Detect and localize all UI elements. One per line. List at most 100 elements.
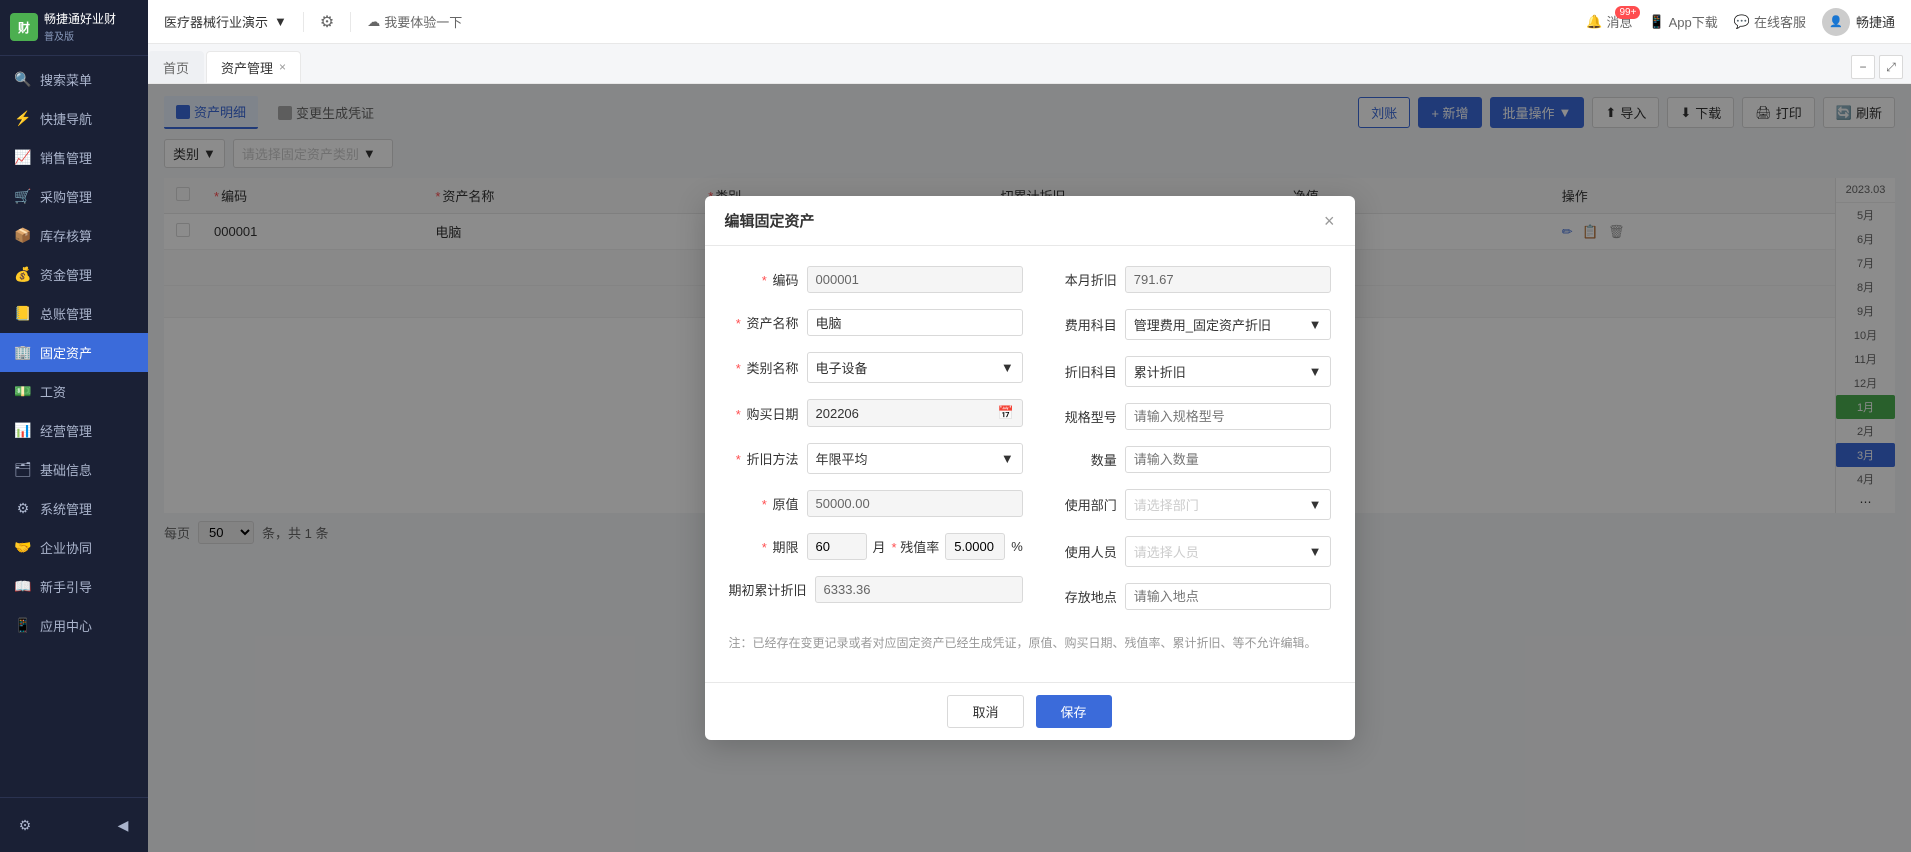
code-input[interactable] — [807, 266, 1023, 293]
notifications-button[interactable]: 🔔 消息 99+ — [1586, 12, 1632, 31]
download-icon: 📱 — [1648, 14, 1664, 30]
location-label: 存放地点 — [1047, 587, 1117, 606]
form-row-quantity: 数量 — [1047, 446, 1331, 473]
sidebar-item-app-center[interactable]: 📱 应用中心 — [0, 606, 148, 645]
form-row-expense-subject: 费用科目 管理费用_固定资产折旧 ▼ — [1047, 309, 1331, 340]
cancel-button[interactable]: 取消 — [947, 695, 1023, 728]
company-name: 医疗器械行业演示 — [164, 12, 268, 31]
sidebar-item-label: 固定资产 — [40, 343, 92, 362]
period-unit: 月 — [873, 537, 886, 556]
user-menu[interactable]: 👤 畅捷通 — [1822, 8, 1895, 36]
sidebar-item-label: 工资 — [40, 382, 66, 401]
asset-name-input[interactable] — [807, 309, 1023, 336]
user-chevron-icon: ▼ — [1309, 544, 1322, 559]
tab-home[interactable]: 首页 — [148, 51, 204, 83]
period-label: * 期限 — [729, 537, 799, 556]
system-icon: ⚙ — [14, 499, 32, 517]
expense-subject-chevron-icon: ▼ — [1309, 317, 1322, 332]
company-selector[interactable]: 医疗器械行业演示 ▼ — [164, 12, 287, 31]
modal-close-button[interactable]: × — [1324, 212, 1335, 230]
tab-asset-management[interactable]: 资产管理 × — [206, 51, 301, 83]
settings-gear-icon[interactable]: ⚙ — [320, 12, 334, 32]
feedback-label: 我要体验一下 — [384, 12, 462, 31]
spec-input[interactable] — [1125, 403, 1331, 430]
bell-icon: 🔔 — [1586, 14, 1602, 30]
residual-rate-input[interactable] — [945, 533, 1005, 560]
sidebar-item-label: 基础信息 — [40, 460, 92, 479]
location-input[interactable] — [1125, 583, 1331, 610]
form-row-period: * 期限 月 * 残值率 — [729, 533, 1023, 560]
tab-bar: 首页 资产管理 × − ⤢ — [148, 44, 1911, 84]
sidebar-item-quick-nav[interactable]: ⚡ 快捷导航 — [0, 99, 148, 138]
original-value-label: * 原值 — [729, 494, 799, 513]
sidebar-item-ledger[interactable]: 📒 总账管理 — [0, 294, 148, 333]
feedback-icon: ☁ — [367, 14, 380, 30]
username-label: 畅捷通 — [1856, 12, 1895, 31]
expense-subject-select[interactable]: 管理费用_固定资产折旧 ▼ — [1125, 309, 1331, 340]
sidebar-item-guide[interactable]: 📖 新手引导 — [0, 567, 148, 606]
content-area: 资产明细 变更生成凭证 刘账 + 新增 批量操作 ▼ — [148, 84, 1911, 852]
modal-footer: 取消 保存 — [705, 682, 1355, 740]
sidebar-item-search[interactable]: 🔍 搜索菜单 — [0, 60, 148, 99]
online-support-label: 在线客服 — [1754, 12, 1806, 31]
sidebar-item-inventory[interactable]: 📦 库存核算 — [0, 216, 148, 255]
asset-name-label: * 资产名称 — [729, 313, 799, 332]
period-dep-input[interactable] — [815, 576, 1023, 603]
tab-minimize-button[interactable]: − — [1851, 55, 1875, 79]
monthly-dep-input[interactable] — [1125, 266, 1331, 293]
sidebar-item-label: 采购管理 — [40, 187, 92, 206]
sidebar-item-basic-info[interactable]: 🗂 基础信息 — [0, 450, 148, 489]
form-row-spec: 规格型号 — [1047, 403, 1331, 430]
dep-subject-select[interactable]: 累计折旧 ▼ — [1125, 356, 1331, 387]
period-dep-label: 期初累计折旧 — [729, 580, 807, 599]
collapse-icon: ◀ — [114, 816, 132, 834]
expense-subject-label: 费用科目 — [1047, 315, 1117, 334]
online-support-button[interactable]: 💬 在线客服 — [1734, 12, 1806, 31]
user-select[interactable]: 请选择人员 ▼ — [1125, 536, 1331, 567]
dept-select[interactable]: 请选择部门 ▼ — [1125, 489, 1331, 520]
dept-chevron-icon: ▼ — [1309, 497, 1322, 512]
sidebar-item-enterprise[interactable]: 🤝 企业协同 — [0, 528, 148, 567]
tab-maximize-button[interactable]: ⤢ — [1879, 55, 1903, 79]
app-download-button[interactable]: 📱 App下载 — [1648, 12, 1717, 31]
form-row-monthly-dep: 本月折旧 — [1047, 266, 1331, 293]
original-value-input[interactable] — [807, 490, 1023, 517]
sidebar-item-finance[interactable]: 💰 资金管理 — [0, 255, 148, 294]
sidebar-item-system[interactable]: ⚙ 系统管理 — [0, 489, 148, 528]
chevron-down-icon: ▼ — [274, 14, 287, 29]
header-divider-1 — [303, 12, 304, 32]
sidebar-item-purchase[interactable]: 🛒 采购管理 — [0, 177, 148, 216]
collapse-sidebar-button[interactable]: ◀ — [110, 810, 136, 840]
save-button[interactable]: 保存 — [1036, 695, 1112, 728]
edit-asset-modal: 编辑固定资产 × * 编码 — [705, 196, 1355, 739]
form-row-user: 使用人员 请选择人员 ▼ — [1047, 536, 1331, 567]
sidebar-item-label: 企业协同 — [40, 538, 92, 557]
logo-icon: 财 — [10, 13, 38, 41]
sidebar-item-sales[interactable]: 📈 销售管理 — [0, 138, 148, 177]
period-input[interactable] — [807, 533, 867, 560]
sales-icon: 📈 — [14, 148, 32, 166]
purchase-date-input[interactable]: 202206 📅 — [807, 399, 1023, 427]
sidebar-item-payroll[interactable]: 💵 工资 — [0, 372, 148, 411]
dep-subject-label: 折旧科目 — [1047, 362, 1117, 381]
quantity-input[interactable] — [1125, 446, 1331, 473]
period-group: 月 * 残值率 % — [807, 533, 1023, 560]
code-label: * 编码 — [729, 270, 799, 289]
sidebar-header: 财 畅捷通好业财 普及版 — [0, 0, 148, 56]
category-select[interactable]: 电子设备 ▼ — [807, 352, 1023, 383]
quick-nav-icon: ⚡ — [14, 109, 32, 127]
settings-button[interactable]: ⚙ — [12, 810, 38, 840]
dep-method-select[interactable]: 年限平均 ▼ — [807, 443, 1023, 474]
tab-controls: − ⤢ — [1843, 51, 1911, 83]
category-select-value: 电子设备 — [816, 358, 868, 377]
sidebar-item-operations[interactable]: 📊 经营管理 — [0, 411, 148, 450]
feedback-button[interactable]: ☁ 我要体验一下 — [367, 12, 462, 31]
purchase-date-value: 202206 — [816, 406, 859, 421]
guide-icon: 📖 — [14, 577, 32, 595]
sidebar-item-label: 资金管理 — [40, 265, 92, 284]
tab-close-icon[interactable]: × — [279, 60, 286, 74]
dep-subject-value: 累计折旧 — [1134, 362, 1186, 381]
sidebar-item-fixed-assets[interactable]: 🏢 固定资产 — [0, 333, 148, 372]
sidebar-item-label: 销售管理 — [40, 148, 92, 167]
app-name: 畅捷通好业财 — [44, 12, 116, 28]
